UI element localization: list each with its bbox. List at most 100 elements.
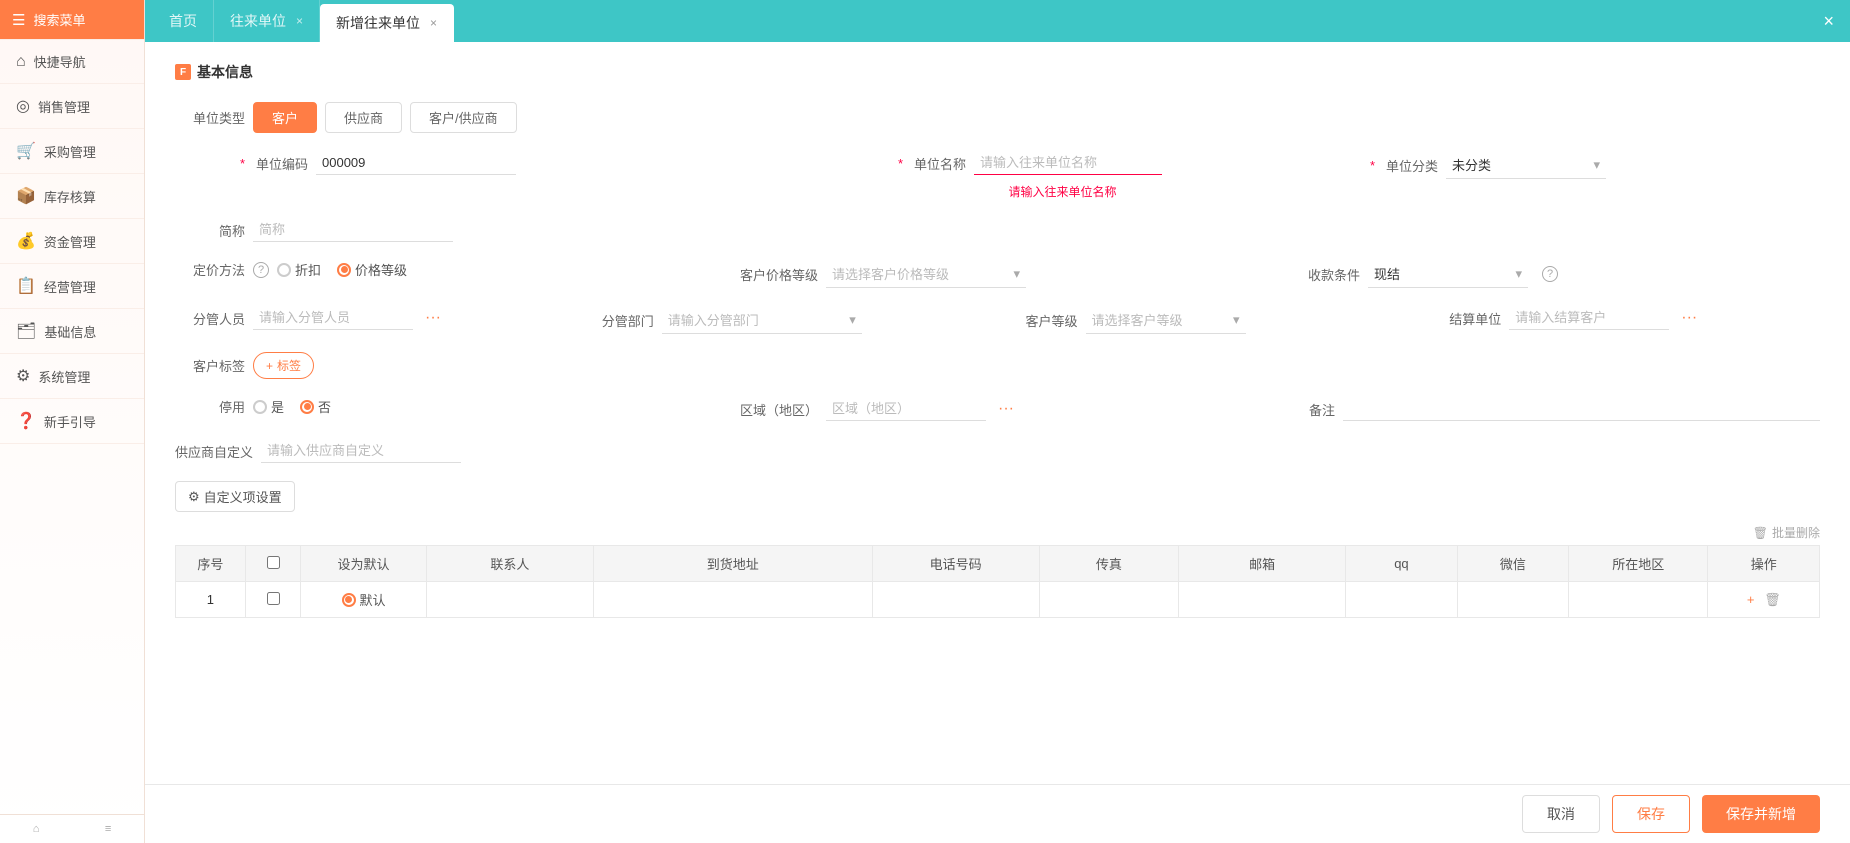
tab-bar-close-all[interactable]: × <box>1815 11 1842 32</box>
fax-input[interactable] <box>1050 592 1168 607</box>
radio-yes-label: 是 <box>271 397 284 416</box>
pricing-label: 定价方法 <box>175 260 245 279</box>
sidebar-label: 基础信息 <box>44 322 96 341</box>
short-name-row: 简称 <box>175 218 1820 242</box>
customer-price-label: 客户价格等级 <box>740 265 818 284</box>
customer-price-select[interactable]: 请选择客户价格等级 ▾ <box>826 260 1026 288</box>
sidebar-bottom-more[interactable]: ≡ <box>105 823 111 835</box>
col-header-email: 邮箱 <box>1179 546 1346 582</box>
sidebar-bottom: ⌂ ≡ <box>0 814 144 843</box>
save-new-button[interactable]: 保存并新增 <box>1702 795 1820 833</box>
sidebar-item-operation[interactable]: 📋 经营管理 <box>0 264 144 309</box>
type-btn-both[interactable]: 客户/供应商 <box>410 102 517 133</box>
customer-level-select[interactable]: 请选择客户等级 ▾ <box>1086 306 1246 334</box>
tag-add-button[interactable]: + 标签 <box>253 352 314 379</box>
row-checkbox[interactable] <box>267 592 280 605</box>
sidebar-item-sales[interactable]: ◎ 销售管理 <box>0 84 144 129</box>
addr-input[interactable] <box>604 592 862 607</box>
contact-input[interactable] <box>437 592 583 607</box>
cell-contact <box>426 582 593 618</box>
pricing-field: 定价方法 ? 折扣 价格等级 <box>175 260 690 279</box>
bottom-more-icon: ≡ <box>105 823 111 835</box>
manager-field: 分管人员 ··· <box>175 306 549 330</box>
tab-partner-add-close[interactable]: × <box>430 17 437 29</box>
unit-name-input[interactable] <box>974 151 1162 175</box>
phone-input[interactable] <box>883 592 1029 607</box>
tab-home[interactable]: 首页 <box>153 0 214 42</box>
sidebar-label: 新手引导 <box>44 412 96 431</box>
save-button[interactable]: 保存 <box>1612 795 1690 833</box>
tab-partner-add[interactable]: 新增往来单位 × <box>320 4 454 42</box>
type-btn-customer[interactable]: 客户 <box>253 102 317 133</box>
sidebar-bottom-home[interactable]: ⌂ <box>33 823 40 835</box>
cell-email <box>1179 582 1346 618</box>
cell-fax <box>1039 582 1178 618</box>
chevron-down-icon2: ▾ <box>1013 266 1020 282</box>
batch-delete-label[interactable]: 批量删除 <box>1772 524 1820 541</box>
search-icon: ☰ <box>12 11 25 29</box>
short-name-input[interactable] <box>253 218 453 242</box>
default-radio[interactable]: 默认 <box>311 590 415 609</box>
pricing-question-icon[interactable]: ? <box>253 262 269 278</box>
radio-discount-label: 折扣 <box>295 260 321 279</box>
tab-partner-list[interactable]: 往来单位 × <box>214 0 320 42</box>
region-input[interactable] <box>826 397 986 421</box>
payment-question-icon[interactable]: ? <box>1542 266 1558 282</box>
supplier-custom-field: 供应商自定义 <box>175 439 1820 463</box>
unit-category-select[interactable]: 未分类 ▾ <box>1446 151 1606 179</box>
area-input[interactable] <box>1579 592 1697 607</box>
sidebar-item-quick-nav[interactable]: ⌂ 快捷导航 <box>0 40 144 84</box>
select-all-checkbox[interactable] <box>267 556 280 569</box>
cell-addr <box>593 582 872 618</box>
sidebar-label: 经营管理 <box>44 277 96 296</box>
basic-icon: 🗂 <box>16 321 36 341</box>
cancel-button[interactable]: 取消 <box>1522 795 1600 833</box>
radio-discount[interactable]: 折扣 <box>277 260 321 279</box>
settlement-input[interactable] <box>1509 306 1669 330</box>
delete-row-button[interactable]: 🗑 <box>1764 592 1781 607</box>
radio-yes-circle <box>253 400 267 414</box>
sidebar-item-finance[interactable]: 💰 资金管理 <box>0 219 144 264</box>
tab-partner-add-label: 新增往来单位 <box>336 13 420 33</box>
manager-ellipsis[interactable]: ··· <box>421 309 445 327</box>
sidebar-item-inventory[interactable]: 📦 库存核算 <box>0 174 144 219</box>
tab-partner-list-close[interactable]: × <box>296 15 303 27</box>
region-field: 区域（地区） ··· <box>740 397 1255 421</box>
tag-row: 客户标签 + 标签 <box>175 352 1820 379</box>
qq-input[interactable] <box>1356 592 1446 607</box>
payment-terms-select[interactable]: 现结 ▾ <box>1368 260 1528 288</box>
sidebar-item-basic[interactable]: 🗂 基础信息 <box>0 309 144 354</box>
add-row-button[interactable]: + <box>1747 592 1755 607</box>
cell-phone <box>872 582 1039 618</box>
manager-input[interactable] <box>253 306 413 330</box>
search-menu[interactable]: ☰ 搜索菜单 <box>0 0 144 40</box>
remark-input[interactable] <box>1343 397 1820 421</box>
unit-category-value: 未分类 <box>1452 155 1491 174</box>
payment-terms-field: 收款条件 现结 ▾ ? <box>1305 260 1820 288</box>
supplier-custom-input[interactable] <box>261 439 461 463</box>
radio-price-level[interactable]: 价格等级 <box>337 260 407 279</box>
sidebar-item-guide[interactable]: ❓ 新手引导 <box>0 399 144 444</box>
type-btn-supplier[interactable]: 供应商 <box>325 102 402 133</box>
radio-no[interactable]: 否 <box>300 397 331 416</box>
remark-label: 备注 <box>1305 400 1335 419</box>
radio-yes[interactable]: 是 <box>253 397 284 416</box>
sidebar-item-system[interactable]: ⚙ 系统管理 <box>0 354 144 399</box>
unit-category-field: * 单位分类 未分类 ▾ <box>1305 151 1820 179</box>
unit-type-buttons: 客户 供应商 客户/供应商 <box>253 102 517 133</box>
email-input[interactable] <box>1189 592 1335 607</box>
radio-price-level-label: 价格等级 <box>355 260 407 279</box>
department-placeholder: 请输入分管部门 <box>668 310 759 329</box>
remark-field: 备注 <box>1305 397 1820 421</box>
col-header-phone: 电话号码 <box>872 546 1039 582</box>
custom-settings-button[interactable]: ⚙ 自定义项设置 <box>175 481 295 512</box>
sidebar-item-purchase[interactable]: 🛒 采购管理 <box>0 129 144 174</box>
wechat-input[interactable] <box>1468 592 1558 607</box>
department-select[interactable]: 请输入分管部门 ▾ <box>662 306 862 334</box>
short-name-field: 简称 <box>175 218 1820 242</box>
region-ellipsis[interactable]: ··· <box>994 400 1018 418</box>
inventory-icon: 📦 <box>16 186 36 206</box>
tag-label: 客户标签 <box>175 356 245 375</box>
settlement-ellipsis[interactable]: ··· <box>1677 309 1701 327</box>
unit-code-input[interactable] <box>316 151 516 175</box>
